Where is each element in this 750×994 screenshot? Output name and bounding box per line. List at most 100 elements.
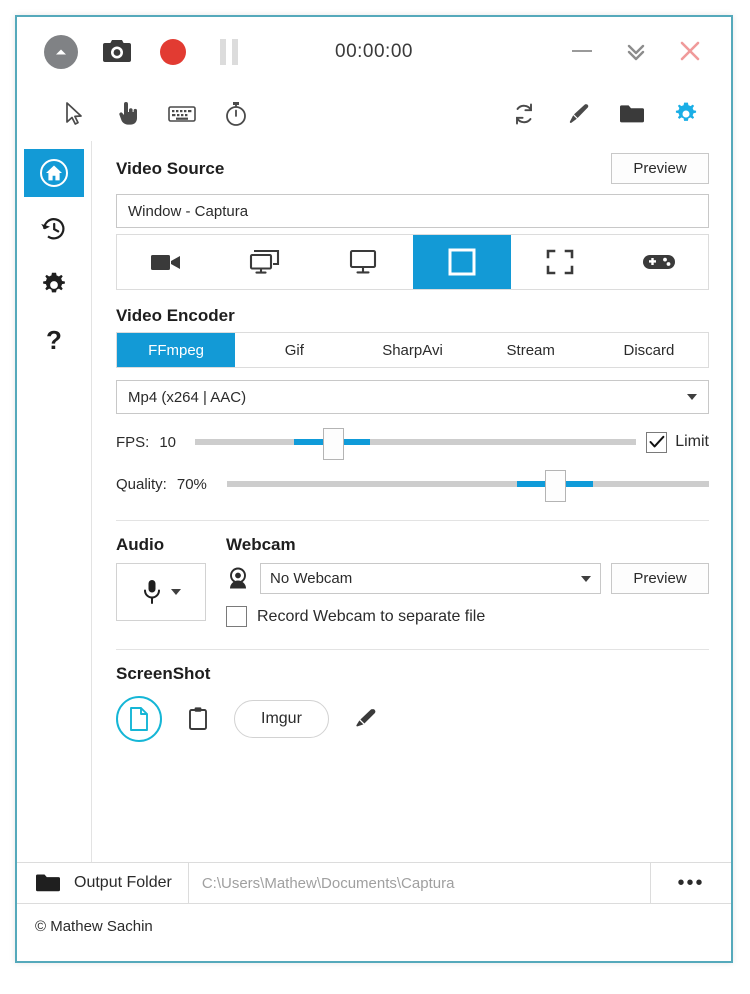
fps-slider-thumb[interactable]	[323, 428, 344, 460]
webcam-section: Webcam No Webcam Preview	[212, 535, 709, 627]
source-mode-region[interactable]	[511, 235, 610, 289]
video-source-header: Video Source Preview	[116, 153, 709, 184]
tab-stream[interactable]: Stream	[472, 333, 590, 367]
brush-icon[interactable]	[551, 91, 605, 137]
window-icon	[446, 247, 478, 277]
fps-limit-label: Limit	[675, 433, 709, 451]
titlebar-left-actions	[17, 24, 257, 80]
output-path[interactable]: C:\Users\Mathew\Documents\Captura	[188, 863, 651, 903]
captura-main-window: 00:00:00	[15, 15, 733, 963]
folder-icon[interactable]	[605, 91, 659, 137]
pause-button[interactable]	[201, 24, 257, 80]
source-mode-no-video[interactable]	[117, 235, 216, 289]
gear-icon[interactable]	[659, 91, 713, 137]
source-mode-window[interactable]	[413, 235, 512, 289]
content-pane: Video Source Preview Window - Captura	[92, 141, 731, 862]
video-source-value[interactable]: Window - Captura	[116, 194, 709, 228]
webcam-select-row: No Webcam Preview	[226, 563, 709, 594]
tab-ffmpeg[interactable]: FFmpeg	[117, 333, 235, 367]
minimize-button[interactable]	[559, 29, 605, 75]
tab-discard[interactable]: Discard	[590, 333, 708, 367]
file-icon	[128, 706, 150, 732]
collapse-up-button[interactable]	[33, 24, 89, 80]
video-source-modes	[116, 234, 709, 290]
tab-sharpavi[interactable]: SharpAvi	[353, 333, 471, 367]
screenshot-imgur-button[interactable]: Imgur	[234, 700, 329, 738]
screenshot-title: ScreenShot	[116, 664, 709, 684]
webcam-select-value: No Webcam	[270, 570, 352, 587]
chevron-down-icon	[171, 589, 181, 595]
screenshot-save-disk-button[interactable]	[116, 696, 162, 742]
screenshot-edit-button[interactable]	[345, 697, 385, 741]
sidebar: ?	[17, 141, 92, 862]
quality-value: 70%	[177, 476, 217, 493]
refresh-icon[interactable]	[497, 91, 551, 137]
timer-icon[interactable]	[209, 91, 263, 137]
folder-icon	[35, 873, 61, 893]
webcam-separate-file-checkbox[interactable]	[226, 606, 247, 627]
source-mode-full-screen[interactable]	[216, 235, 315, 289]
video-source-title: Video Source	[116, 159, 224, 179]
source-mode-game[interactable]	[610, 235, 709, 289]
video-preview-button[interactable]: Preview	[611, 153, 709, 184]
webcam-preview-button[interactable]: Preview	[611, 563, 709, 594]
audio-section: Audio	[116, 535, 212, 627]
screenshot-clipboard-button[interactable]	[178, 697, 218, 741]
source-mode-screen[interactable]	[314, 235, 413, 289]
camera-icon	[102, 38, 132, 67]
double-chevron-down-icon	[623, 38, 649, 67]
tab-gif[interactable]: Gif	[235, 333, 353, 367]
sidebar-item-about[interactable]: ?	[24, 317, 84, 365]
webcam-select[interactable]: No Webcam	[260, 563, 601, 594]
fps-limit-group: Limit	[646, 432, 709, 453]
quality-slider[interactable]	[227, 470, 709, 498]
settings-gear-icon	[40, 271, 68, 299]
screenshot-targets: Imgur	[116, 696, 709, 742]
quality-slider-thumb[interactable]	[545, 470, 566, 502]
codec-select-value: Mp4 (x264 | AAC)	[128, 389, 246, 406]
divider-screenshot	[116, 649, 709, 650]
audio-title: Audio	[116, 535, 212, 555]
svg-text:?: ?	[46, 326, 62, 355]
fps-value: 10	[159, 434, 185, 451]
quality-row: Quality: 70%	[116, 470, 709, 498]
copyright-label: © Mathew Sachin	[17, 904, 731, 948]
home-icon	[39, 158, 69, 188]
quality-slider-track	[227, 481, 709, 487]
check-icon	[649, 435, 665, 449]
screenshot-button[interactable]	[89, 24, 145, 80]
video-encoder-title: Video Encoder	[116, 306, 709, 326]
sidebar-item-settings[interactable]	[24, 261, 84, 309]
minimize-icon	[569, 44, 595, 61]
collapse-button[interactable]	[613, 29, 659, 75]
click-icon[interactable]	[101, 91, 155, 137]
microphone-icon	[141, 577, 163, 607]
output-folder-more-button[interactable]: •••	[651, 863, 731, 903]
fps-slider[interactable]	[195, 428, 636, 456]
sidebar-item-recent[interactable]	[24, 205, 84, 253]
close-icon	[676, 37, 704, 68]
webcam-separate-file-row: Record Webcam to separate file	[226, 606, 709, 627]
keyboard-icon[interactable]	[155, 91, 209, 137]
chevron-up-circle-icon	[44, 35, 78, 69]
close-button[interactable]	[667, 29, 713, 75]
sidebar-item-main[interactable]	[24, 149, 84, 197]
history-icon	[40, 215, 68, 243]
output-folder-button[interactable]: Output Folder	[17, 863, 188, 903]
pause-icon	[220, 39, 238, 65]
clipboard-icon	[187, 706, 209, 732]
webcam-separate-file-label: Record Webcam to separate file	[257, 608, 485, 626]
record-dot-icon	[160, 39, 186, 65]
codec-select[interactable]: Mp4 (x264 | AAC)	[116, 380, 709, 414]
record-button[interactable]	[145, 24, 201, 80]
output-folder-label: Output Folder	[74, 874, 172, 892]
pencil-icon	[352, 706, 378, 732]
cursor-icon[interactable]	[47, 91, 101, 137]
video-encoder-tabs: FFmpeg Gif SharpAvi Stream Discard	[116, 332, 709, 368]
fps-limit-checkbox[interactable]	[646, 432, 667, 453]
fps-row: FPS: 10 Limit	[116, 428, 709, 456]
audio-webcam-row: Audio Webcam	[116, 535, 709, 627]
region-icon	[545, 248, 575, 276]
output-folder-bar: Output Folder C:\Users\Mathew\Documents\…	[17, 862, 731, 904]
audio-source-button[interactable]	[116, 563, 206, 621]
